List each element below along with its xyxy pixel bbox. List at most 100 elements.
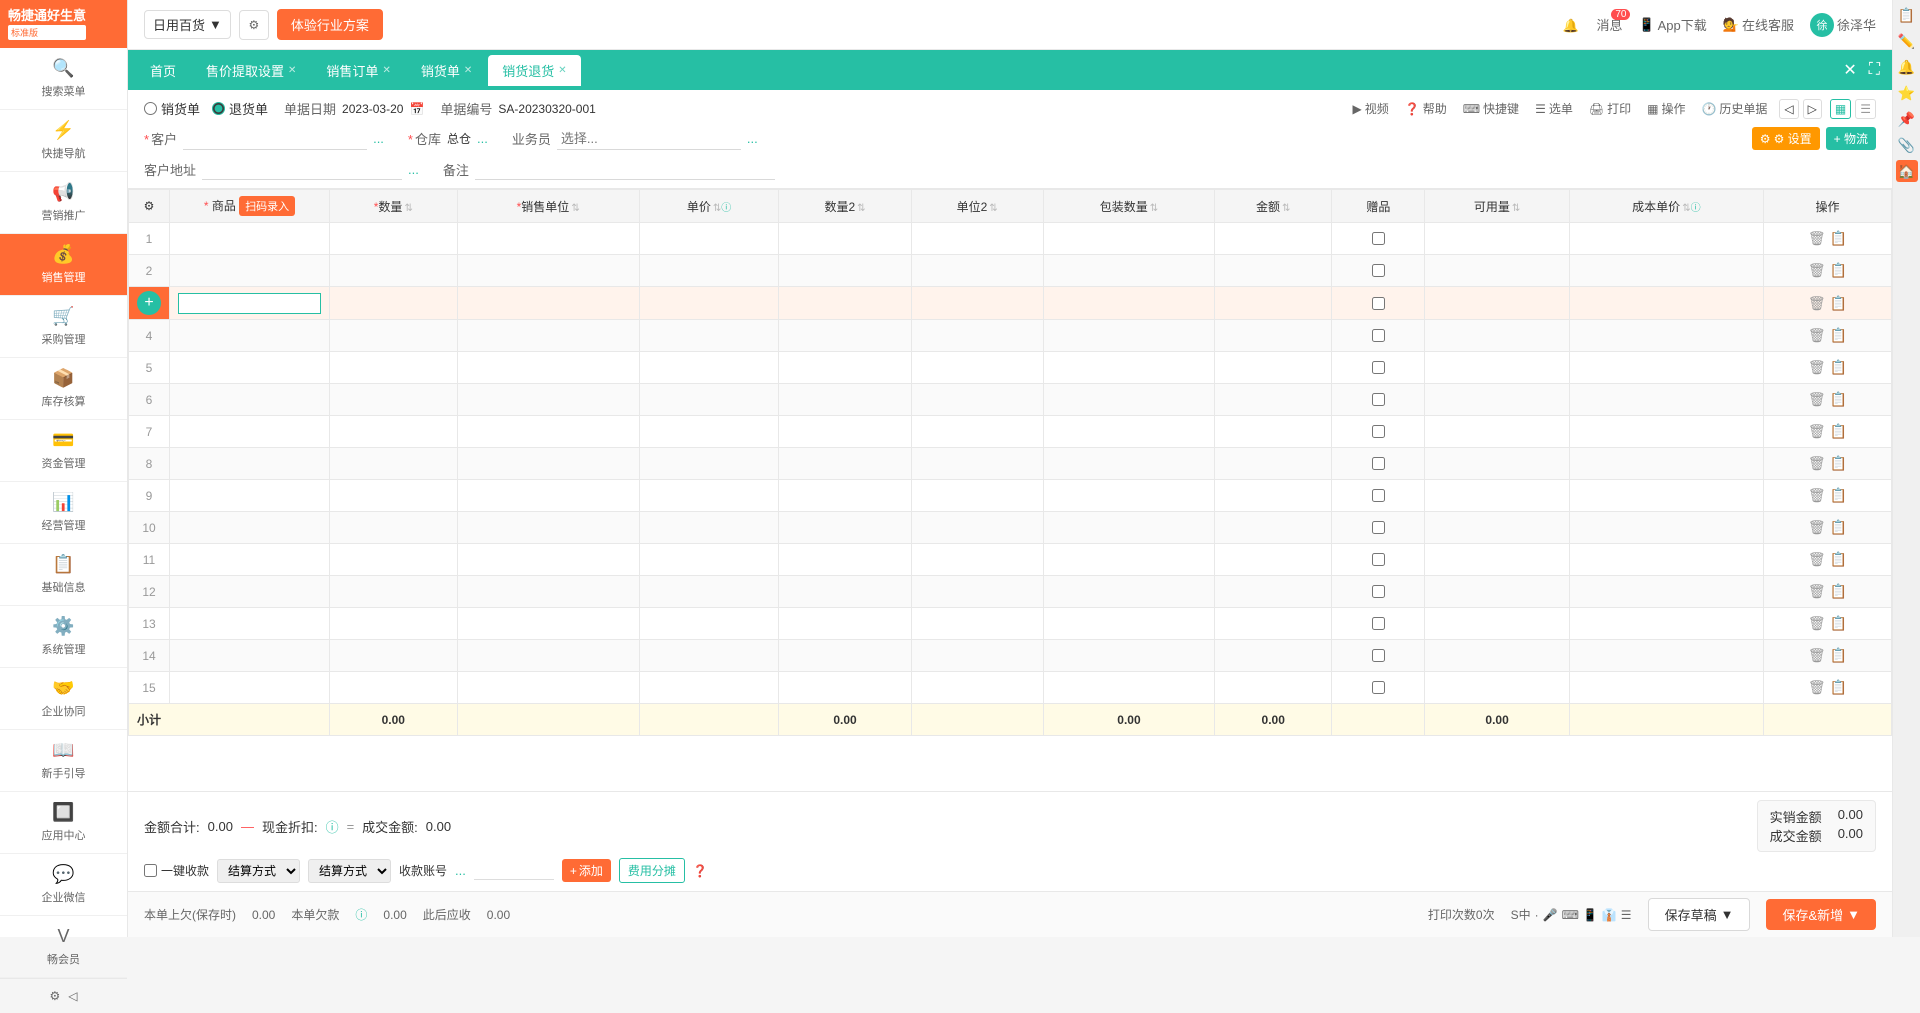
copy-row-9-button[interactable]: 📋 [1830, 487, 1847, 504]
copy-row-10-button[interactable]: 📋 [1830, 519, 1847, 536]
help-btn[interactable]: ❓ 帮助 [1401, 98, 1451, 119]
copy-row-3-button[interactable]: 📋 [1830, 295, 1847, 312]
add-logistics-button[interactable]: + 物流 [1826, 127, 1876, 150]
copy-row-15-button[interactable]: 📋 [1830, 679, 1847, 696]
radio-return-label[interactable]: 退货单 [212, 99, 268, 118]
delete-row-14-button[interactable]: 🗑 [1808, 647, 1826, 664]
onetime-pay-input[interactable] [144, 864, 157, 877]
collapse-icon[interactable]: ◁ [68, 989, 77, 1003]
delete-row-4-button[interactable]: 🗑 [1808, 327, 1826, 344]
video-help-btn[interactable]: ▶ 视频 [1349, 98, 1393, 119]
product-cell-2[interactable] [170, 255, 330, 287]
gift-checkbox-8[interactable] [1372, 457, 1385, 470]
copy-row-12-button[interactable]: 📋 [1830, 583, 1847, 600]
scan-input-button[interactable]: 扫码录入 [239, 196, 295, 216]
gift-checkbox-1[interactable] [1372, 232, 1385, 245]
product-input-3[interactable] [178, 293, 321, 314]
copy-row-6-button[interactable]: 📋 [1830, 391, 1847, 408]
maximize-button[interactable]: ⛶ [1865, 58, 1884, 82]
right-panel-btn-5[interactable]: 📌 [1896, 108, 1918, 130]
gift-checkbox-5[interactable] [1372, 361, 1385, 374]
sidebar-item-wechat[interactable]: 💬 企业微信 [0, 854, 127, 916]
amount-cell-3[interactable] [1215, 287, 1332, 320]
avail-cell-2[interactable] [1425, 255, 1569, 287]
copy-row-7-button[interactable]: 📋 [1830, 423, 1847, 440]
gift-checkbox-14[interactable] [1372, 649, 1385, 662]
remark-input[interactable] [475, 158, 775, 180]
sidebar-item-finance[interactable]: 💳 资金管理 [0, 420, 127, 482]
gift-cell-2[interactable] [1332, 255, 1425, 287]
settlement-method-select[interactable]: 结算方式 [217, 859, 300, 883]
sidebar-item-shortcut[interactable]: ⚡ 快捷导航 [0, 110, 127, 172]
gift-checkbox-13[interactable] [1372, 617, 1385, 630]
tab-home[interactable]: 首页 [136, 55, 190, 86]
sidebar-item-vip[interactable]: V 畅会员 [0, 916, 127, 978]
save-draft-button[interactable]: 保存草稿 ▼ [1648, 898, 1751, 931]
operation-btn[interactable]: ▦ 操作 [1643, 98, 1689, 119]
sidebar-item-basics[interactable]: 📋 基础信息 [0, 544, 127, 606]
daily-selector[interactable]: 日用百货 ▼ [144, 10, 231, 39]
online-service-link[interactable]: 💁 在线客服 [1723, 15, 1794, 34]
unit-cell-3[interactable] [457, 287, 639, 320]
product-cell-3[interactable] [170, 287, 330, 320]
doc-settings-button[interactable]: ⚙ ⚙ 设置 [1752, 127, 1820, 150]
right-panel-btn-4[interactable]: ⭐ [1896, 82, 1918, 104]
radio-sales-label[interactable]: 销货单 [144, 99, 200, 118]
col-settings[interactable]: ⚙ [129, 190, 170, 223]
tab-price-settings[interactable]: 售价提取设置 ✕ [192, 55, 310, 86]
amount-payment-input[interactable] [474, 861, 554, 880]
cost-cell-3[interactable] [1569, 287, 1763, 320]
copy-row-1-button[interactable]: 📋 [1830, 230, 1847, 247]
qty-cell-1[interactable] [330, 223, 458, 255]
add-row-cell[interactable]: + [129, 287, 170, 320]
add-row-button[interactable]: + [137, 291, 161, 315]
unit-cell-2[interactable] [457, 255, 639, 287]
close-tab-sales-order[interactable]: ✕ [382, 65, 390, 76]
header-settings-button[interactable]: ⚙ [239, 10, 269, 40]
gift-checkbox-12[interactable] [1372, 585, 1385, 598]
sidebar-item-inventory[interactable]: 📦 库存核算 [0, 358, 127, 420]
copy-row-8-button[interactable]: 📋 [1830, 455, 1847, 472]
copy-row-14-button[interactable]: 📋 [1830, 647, 1847, 664]
history-btn[interactable]: 🕐 历史单据 [1697, 98, 1771, 119]
experience-button[interactable]: 体验行业方案 [277, 9, 383, 40]
close-tab-return[interactable]: ✕ [558, 65, 566, 76]
settings-icon[interactable]: ⚙ [50, 989, 61, 1003]
avail-cell-3[interactable] [1425, 287, 1569, 320]
delete-row-5-button[interactable]: 🗑 [1808, 359, 1826, 376]
qty-cell-3[interactable] [330, 287, 458, 320]
unit2-cell-2[interactable] [911, 255, 1043, 287]
nav-prev-icon[interactable]: ◁ [1779, 99, 1798, 119]
shortcut-key-btn[interactable]: ⌨ 快捷键 [1459, 98, 1523, 119]
select-order-btn[interactable]: ☰ 选单 [1531, 98, 1577, 119]
nav-next-icon[interactable]: ▷ [1803, 99, 1822, 119]
radio-return[interactable] [212, 102, 225, 115]
gift-checkbox-10[interactable] [1372, 521, 1385, 534]
delete-row-2-button[interactable]: 🗑 [1808, 262, 1826, 279]
sidebar-item-marketing[interactable]: 📢 营销推广 [0, 172, 127, 234]
calendar-icon[interactable]: 📅 [409, 102, 424, 116]
delete-row-9-button[interactable]: 🗑 [1808, 487, 1826, 504]
warehouse-search-dots[interactable]: ... [477, 131, 488, 146]
gift-cell-3[interactable] [1332, 287, 1425, 320]
salesperson-search-dots[interactable]: ... [747, 131, 758, 146]
right-panel-btn-6[interactable]: 📎 [1896, 134, 1918, 156]
sidebar-item-operations[interactable]: 📊 经营管理 [0, 482, 127, 544]
fee-split-button[interactable]: 费用分摊 [619, 858, 685, 883]
gift-checkbox-6[interactable] [1372, 393, 1385, 406]
tab-sales-delivery[interactable]: 销货单 ✕ [407, 55, 486, 86]
onetime-pay-checkbox[interactable]: 一键收款 [144, 862, 209, 879]
delete-row-7-button[interactable]: 🗑 [1808, 423, 1826, 440]
qty2-cell-1[interactable] [779, 223, 911, 255]
right-panel-btn-3[interactable]: 🔔 [1896, 56, 1918, 78]
customer-input[interactable] [183, 128, 367, 150]
gift-cell-1[interactable] [1332, 223, 1425, 255]
delete-row-13-button[interactable]: 🗑 [1808, 615, 1826, 632]
tab-sales-order[interactable]: 销售订单 ✕ [312, 55, 404, 86]
cost-cell-2[interactable] [1569, 255, 1763, 287]
right-panel-btn-2[interactable]: ✏️ [1896, 30, 1918, 52]
delete-row-11-button[interactable]: 🗑 [1808, 551, 1826, 568]
app-download-link[interactable]: 📱 App下载 [1638, 15, 1706, 34]
copy-row-13-button[interactable]: 📋 [1830, 615, 1847, 632]
delete-row-15-button[interactable]: 🗑 [1808, 679, 1826, 696]
